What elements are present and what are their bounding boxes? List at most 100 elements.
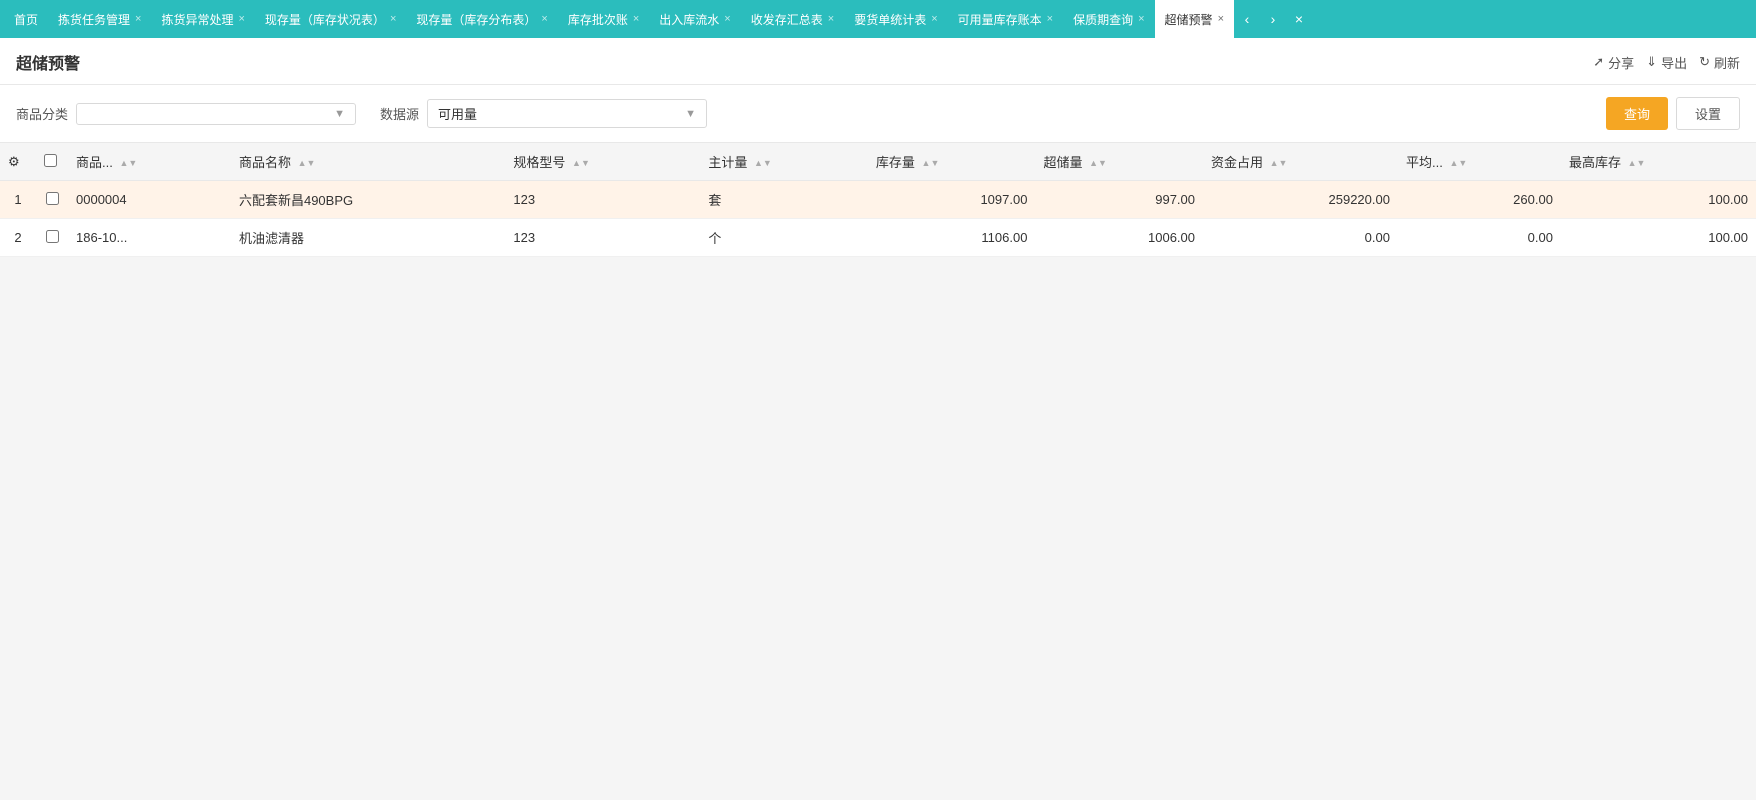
export-button[interactable]: ⇓ 导出 (1646, 53, 1687, 72)
table-wrapper: ⚙ 商品... ▲▼ 商品名称 ▲▼ 规格型号 ▲▼ (0, 143, 1756, 257)
cell-max-stock: 100.00 (1561, 181, 1756, 219)
cell-product-code: 186-10... (68, 219, 231, 257)
datasource-filter: 数据源 可用量 ▼ (380, 99, 707, 128)
tab-expiry[interactable]: 保质期查询 × (1063, 0, 1154, 38)
row-checkbox-cell[interactable] (36, 181, 68, 219)
datasource-select[interactable]: 可用量 ▼ (427, 99, 707, 128)
data-table: ⚙ 商品... ▲▼ 商品名称 ▲▼ 规格型号 ▲▼ (0, 143, 1756, 257)
category-filter: 商品分类 ▼ (16, 103, 356, 125)
column-spec[interactable]: 规格型号 ▲▼ (505, 143, 700, 181)
filter-area: 商品分类 ▼ 数据源 可用量 ▼ 查询 设置 (0, 85, 1756, 143)
sort-icon-overstock: ▲▼ (1089, 159, 1107, 168)
cell-stock: 1106.00 (868, 219, 1036, 257)
query-button[interactable]: 查询 (1606, 97, 1668, 130)
column-unit[interactable]: 主计量 ▲▼ (700, 143, 868, 181)
cell-unit: 套 (700, 181, 868, 219)
top-navigation: 首页 拣货任务管理 × 拣货异常处理 × 现存量（库存状况表） × 现存量（库存… (0, 0, 1756, 38)
filter-actions: 查询 设置 (1606, 97, 1740, 130)
column-product-name[interactable]: 商品名称 ▲▼ (231, 143, 505, 181)
nav-arrow-more[interactable]: × (1286, 0, 1312, 38)
tab-abnormal[interactable]: 拣货异常处理 × (151, 0, 254, 38)
cell-capital: 0.00 (1203, 219, 1398, 257)
column-stock[interactable]: 库存量 ▲▼ (868, 143, 1036, 181)
gear-icon: ⚙ (8, 154, 20, 169)
cell-stock: 1097.00 (868, 181, 1036, 219)
close-tab-inout-flow[interactable]: × (724, 13, 730, 25)
sort-icon-product-code: ▲▼ (119, 159, 137, 168)
tab-home[interactable]: 首页 (4, 0, 48, 38)
sort-icon-avg: ▲▼ (1449, 159, 1467, 168)
sort-icon-max-stock: ▲▼ (1628, 159, 1646, 168)
tab-task-mgmt[interactable]: 拣货任务管理 × (48, 0, 151, 38)
share-icon: ➚ (1593, 54, 1604, 70)
column-overstock[interactable]: 超储量 ▲▼ (1035, 143, 1203, 181)
settings-button[interactable]: 设置 (1676, 97, 1740, 130)
category-label: 商品分类 (16, 104, 68, 123)
close-tab-abnormal[interactable]: × (238, 13, 244, 25)
tab-available-account[interactable]: 可用量库存账本 × (948, 0, 1063, 38)
datasource-chevron-icon: ▼ (685, 108, 696, 120)
column-checkbox-header[interactable] (36, 143, 68, 181)
tab-stock-status[interactable]: 现存量（库存状况表） × (255, 0, 406, 38)
close-tab-overstock[interactable]: × (1218, 13, 1224, 25)
datasource-label: 数据源 (380, 104, 419, 123)
sort-icon-product-name: ▲▼ (298, 159, 316, 168)
cell-avg: 260.00 (1398, 181, 1561, 219)
column-max-stock[interactable]: 最高库存 ▲▼ (1561, 143, 1756, 181)
select-all-checkbox[interactable] (44, 154, 57, 167)
export-icon: ⇓ (1646, 54, 1657, 70)
refresh-icon: ↻ (1699, 54, 1710, 70)
column-settings-icon[interactable]: ⚙ (0, 143, 36, 181)
cell-product-name: 机油滤清器 (231, 219, 505, 257)
sort-icon-spec: ▲▼ (572, 159, 590, 168)
cell-capital: 259220.00 (1203, 181, 1398, 219)
tab-batch-account[interactable]: 库存批次账 × (558, 0, 649, 38)
share-button[interactable]: ➚ 分享 (1593, 53, 1634, 72)
column-product-code[interactable]: 商品... ▲▼ (68, 143, 231, 181)
cell-spec: 123 (505, 219, 700, 257)
cell-unit: 个 (700, 219, 868, 257)
close-tab-task-mgmt[interactable]: × (135, 13, 141, 25)
category-select[interactable]: ▼ (76, 103, 356, 125)
cell-overstock: 1006.00 (1035, 219, 1203, 257)
datasource-value: 可用量 (438, 104, 477, 123)
main-content: ⚙ 商品... ▲▼ 商品名称 ▲▼ 规格型号 ▲▼ (0, 143, 1756, 257)
row-number: 1 (0, 181, 36, 219)
close-tab-stock-dist[interactable]: × (541, 13, 547, 25)
row-checkbox[interactable] (46, 230, 59, 243)
header-actions: ➚ 分享 ⇓ 导出 ↻ 刷新 (1593, 53, 1740, 72)
cell-overstock: 997.00 (1035, 181, 1203, 219)
close-tab-stock-status[interactable]: × (390, 13, 396, 25)
tab-overstock[interactable]: 超储预警 × (1155, 0, 1234, 38)
close-tab-available-account[interactable]: × (1047, 13, 1053, 25)
table-row: 2 186-10... 机油滤清器 123 个 1106.00 1006.00 … (0, 219, 1756, 257)
cell-max-stock: 100.00 (1561, 219, 1756, 257)
row-checkbox-cell[interactable] (36, 219, 68, 257)
page-title: 超储预警 (16, 50, 80, 74)
close-tab-expiry[interactable]: × (1138, 13, 1144, 25)
sort-icon-capital: ▲▼ (1270, 159, 1288, 168)
row-number: 2 (0, 219, 36, 257)
column-capital[interactable]: 资金占用 ▲▼ (1203, 143, 1398, 181)
cell-product-name: 六配套新昌490BPG (231, 181, 505, 219)
cell-spec: 123 (505, 181, 700, 219)
category-chevron-icon: ▼ (334, 108, 345, 120)
nav-arrow-left[interactable]: ‹ (1234, 0, 1260, 38)
tab-stock-dist[interactable]: 现存量（库存分布表） × (406, 0, 557, 38)
tab-collect-summary[interactable]: 收发存汇总表 × (741, 0, 844, 38)
refresh-button[interactable]: ↻ 刷新 (1699, 53, 1740, 72)
page-header: 超储预警 ➚ 分享 ⇓ 导出 ↻ 刷新 (0, 38, 1756, 85)
cell-product-code: 0000004 (68, 181, 231, 219)
close-tab-collect-summary[interactable]: × (828, 13, 834, 25)
close-tab-batch-account[interactable]: × (633, 13, 639, 25)
table-header-row: ⚙ 商品... ▲▼ 商品名称 ▲▼ 规格型号 ▲▼ (0, 143, 1756, 181)
tab-requisition[interactable]: 要货单统计表 × (844, 0, 947, 38)
tab-inout-flow[interactable]: 出入库流水 × (649, 0, 740, 38)
sort-icon-stock: ▲▼ (922, 159, 940, 168)
cell-avg: 0.00 (1398, 219, 1561, 257)
nav-arrow-right[interactable]: › (1260, 0, 1286, 38)
table-row: 1 0000004 六配套新昌490BPG 123 套 1097.00 997.… (0, 181, 1756, 219)
row-checkbox[interactable] (46, 192, 59, 205)
column-avg[interactable]: 平均... ▲▼ (1398, 143, 1561, 181)
close-tab-requisition[interactable]: × (931, 13, 937, 25)
